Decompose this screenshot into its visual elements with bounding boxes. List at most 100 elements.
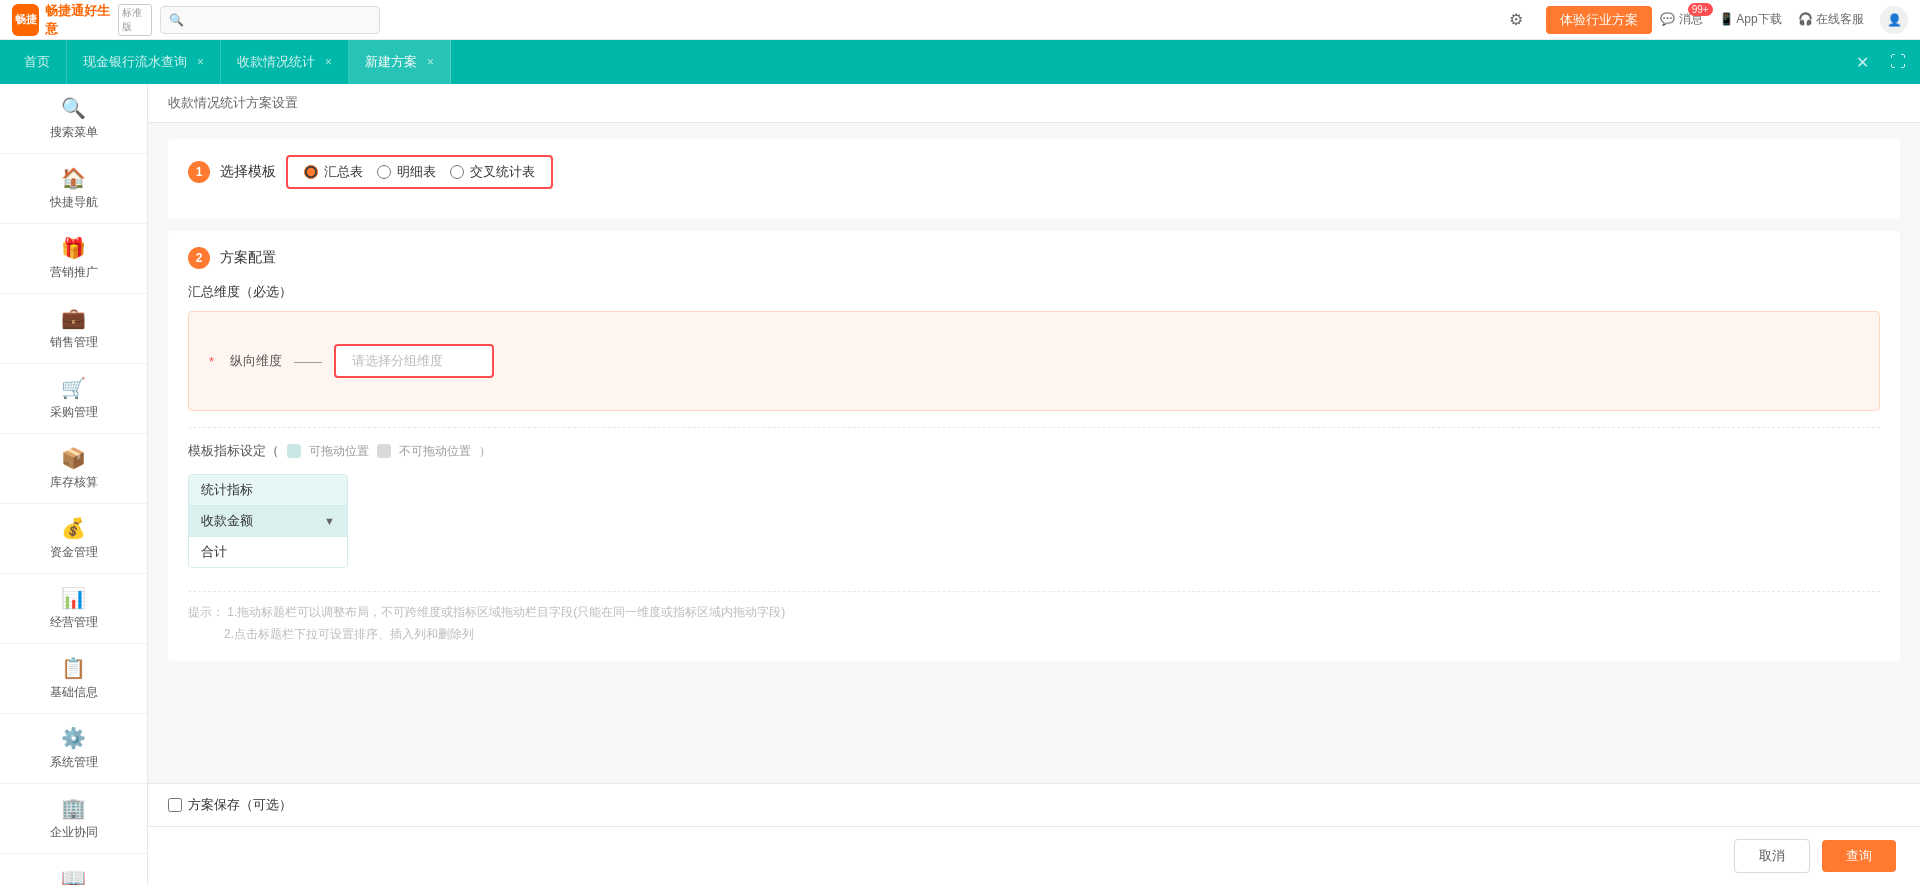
sidebar-label-sales: 销售管理 <box>50 334 98 351</box>
sidebar-item-purchase[interactable]: 🛒 采购管理 <box>0 364 147 434</box>
logo-badge: 标准版 <box>118 4 152 36</box>
message-badge: 99+ <box>1688 3 1713 16</box>
stats-table-title: 统计指标 <box>201 481 335 499</box>
content-area: 收款情况统计方案设置 1 选择模板 汇总表 明细表 <box>148 84 1920 885</box>
service-icon: 🎧 <box>1798 12 1813 26</box>
settings-button[interactable]: ⚙ <box>1502 6 1530 34</box>
dimension-select[interactable]: 请选择分组维度 <box>334 344 494 378</box>
sidebar-item-guide[interactable]: 📖 新手引导 <box>0 854 147 885</box>
radio-detail-input[interactable] <box>377 165 391 179</box>
sidebar-item-marketing[interactable]: 🎁 营销推广 <box>0 224 147 294</box>
search-bar[interactable]: 🔍 <box>160 6 380 34</box>
sidebar-label-search: 搜索菜单 <box>50 124 98 141</box>
tab-bank-query[interactable]: 现金银行流水查询 × <box>67 40 221 84</box>
top-right: 💬 消息 99+ 📱 App下载 🎧 在线客服 👤 <box>1660 6 1908 34</box>
hints-section: 提示： 1.拖动标题栏可以调整布局，不可跨维度或指标区域拖动栏目字段(只能在同一… <box>188 591 1880 645</box>
arrow-icon: —— <box>294 353 322 369</box>
tab-new-plan-close[interactable]: × <box>427 55 434 69</box>
sidebar-label-purchase: 采购管理 <box>50 404 98 421</box>
business-icon: 📊 <box>61 586 86 610</box>
sidebar-label-marketing: 营销推广 <box>50 264 98 281</box>
sidebar-label-inventory: 库存核算 <box>50 474 98 491</box>
tab-bar: 首页 现金银行流水查询 × 收款情况统计 × 新建方案 × ✕ ⛶ <box>0 40 1920 84</box>
indicators-label: 模板指标设定（ 可拖动位置 不可拖动位置 ） <box>188 442 1880 460</box>
message-icon: 💬 <box>1660 12 1675 26</box>
sidebar-label-system: 系统管理 <box>50 754 98 771</box>
message-button[interactable]: 💬 消息 99+ <box>1660 11 1702 28</box>
save-checkbox[interactable] <box>168 798 182 812</box>
step1-number: 1 <box>188 161 210 183</box>
page-title: 收款情况统计方案设置 <box>148 84 1920 123</box>
col-dropdown-icon[interactable]: ▼ <box>324 515 335 527</box>
stats-total-label: 合计 <box>201 544 227 559</box>
tab-close-all-icon[interactable]: ✕ <box>1848 48 1876 76</box>
tab-collection-stats-label: 收款情况统计 <box>237 53 315 71</box>
required-star: * <box>209 354 214 369</box>
sidebar-item-sales[interactable]: 💼 销售管理 <box>0 294 147 364</box>
radio-summary-input[interactable] <box>304 165 318 179</box>
sidebar-label-enterprise: 企业协同 <box>50 824 98 841</box>
sidebar-item-inventory[interactable]: 📦 库存核算 <box>0 434 147 504</box>
purchase-icon: 🛒 <box>61 376 86 400</box>
system-icon: ⚙️ <box>61 726 86 750</box>
user-avatar[interactable]: 👤 <box>1880 6 1908 34</box>
indicators-section: 模板指标设定（ 可拖动位置 不可拖动位置 ） 统计指标 <box>188 427 1880 571</box>
drag-info: 可拖动位置 不可拖动位置 ） <box>287 443 491 460</box>
radio-detail[interactable]: 明细表 <box>377 163 436 181</box>
stats-col-header[interactable]: 收款金额 ▼ <box>189 506 347 537</box>
tab-collection-stats[interactable]: 收款情况统计 × <box>221 40 349 84</box>
radio-cross[interactable]: 交叉统计表 <box>450 163 535 181</box>
sidebar-label-finance: 资金管理 <box>50 544 98 561</box>
radio-summary-label: 汇总表 <box>324 163 363 181</box>
search-input[interactable] <box>188 13 371 27</box>
sidebar-item-business[interactable]: 📊 经营管理 <box>0 574 147 644</box>
no-drag-dot <box>377 444 391 458</box>
config-section: 汇总维度（必选） * 纵向维度 —— 请选择分组维度 模板指标设定（ <box>188 283 1880 645</box>
inventory-icon: 📦 <box>61 446 86 470</box>
industry-solution-button[interactable]: 体验行业方案 <box>1546 6 1652 34</box>
finance-icon: 💰 <box>61 516 86 540</box>
query-button[interactable]: 查询 <box>1822 840 1896 872</box>
sidebar-item-basic-info[interactable]: 📋 基础信息 <box>0 644 147 714</box>
step1-header: 1 选择模板 汇总表 明细表 交叉统计表 <box>188 155 1880 189</box>
search-icon: 🔍 <box>169 13 184 27</box>
download-button[interactable]: 📱 App下载 <box>1719 11 1782 28</box>
logo-text: 畅捷通好生意 <box>45 2 112 38</box>
sidebar-label-nav: 快捷导航 <box>50 194 98 211</box>
hint-text-2: 2.点击标题栏下拉可设置排序、插入列和删除列 <box>188 624 1880 646</box>
hint-text-1: 提示： 1.拖动标题栏可以调整布局，不可跨维度或指标区域拖动栏目字段(只能在同一… <box>188 602 1880 624</box>
no-drag-label: 不可拖动位置 <box>399 443 471 460</box>
stats-col-label: 收款金额 <box>201 512 320 530</box>
logo-icon: 畅捷 <box>12 4 39 36</box>
logo-icon-text: 畅捷 <box>15 12 37 27</box>
dimension-row: * 纵向维度 —— 请选择分组维度 <box>209 344 494 378</box>
tab-collection-stats-close[interactable]: × <box>325 55 332 69</box>
stats-table: 统计指标 收款金额 ▼ 合计 <box>188 474 348 568</box>
tab-fullscreen-icon[interactable]: ⛶ <box>1884 48 1912 76</box>
template-options-box: 汇总表 明细表 交叉统计表 <box>286 155 553 189</box>
search-menu-icon: 🔍 <box>61 96 86 120</box>
radio-summary[interactable]: 汇总表 <box>304 163 363 181</box>
sidebar-item-enterprise[interactable]: 🏢 企业协同 <box>0 784 147 854</box>
sidebar-item-nav[interactable]: 🏠 快捷导航 <box>0 154 147 224</box>
download-icon: 📱 <box>1719 12 1734 26</box>
tab-home[interactable]: 首页 <box>8 40 67 84</box>
save-checkbox-label[interactable]: 方案保存（可选） <box>168 796 292 814</box>
tab-bank-query-close[interactable]: × <box>197 55 204 69</box>
sidebar-item-search[interactable]: 🔍 搜索菜单 <box>0 84 147 154</box>
step1-section: 1 选择模板 汇总表 明细表 交叉统计表 <box>168 139 1900 219</box>
save-label: 方案保存（可选） <box>188 796 292 814</box>
sidebar: 🔍 搜索菜单 🏠 快捷导航 🎁 营销推广 💼 销售管理 🛒 采购管理 📦 库存核… <box>0 84 148 885</box>
hint-text-2-content: 2.点击标题栏下拉可设置排序、插入列和删除列 <box>224 627 474 641</box>
step2-section: 2 方案配置 汇总维度（必选） * 纵向维度 —— 请选择分组维度 <box>168 231 1900 661</box>
sidebar-item-system[interactable]: ⚙️ 系统管理 <box>0 714 147 784</box>
tab-new-plan[interactable]: 新建方案 × <box>349 40 451 84</box>
service-button[interactable]: 🎧 在线客服 <box>1798 11 1864 28</box>
sidebar-item-finance[interactable]: 💰 资金管理 <box>0 504 147 574</box>
radio-cross-label: 交叉统计表 <box>470 163 535 181</box>
logo: 畅捷 畅捷通好生意 标准版 <box>12 2 152 38</box>
content-body: 1 选择模板 汇总表 明细表 交叉统计表 <box>148 123 1920 783</box>
cancel-button[interactable]: 取消 <box>1734 839 1810 873</box>
radio-cross-input[interactable] <box>450 165 464 179</box>
step1-title: 选择模板 <box>220 163 276 181</box>
